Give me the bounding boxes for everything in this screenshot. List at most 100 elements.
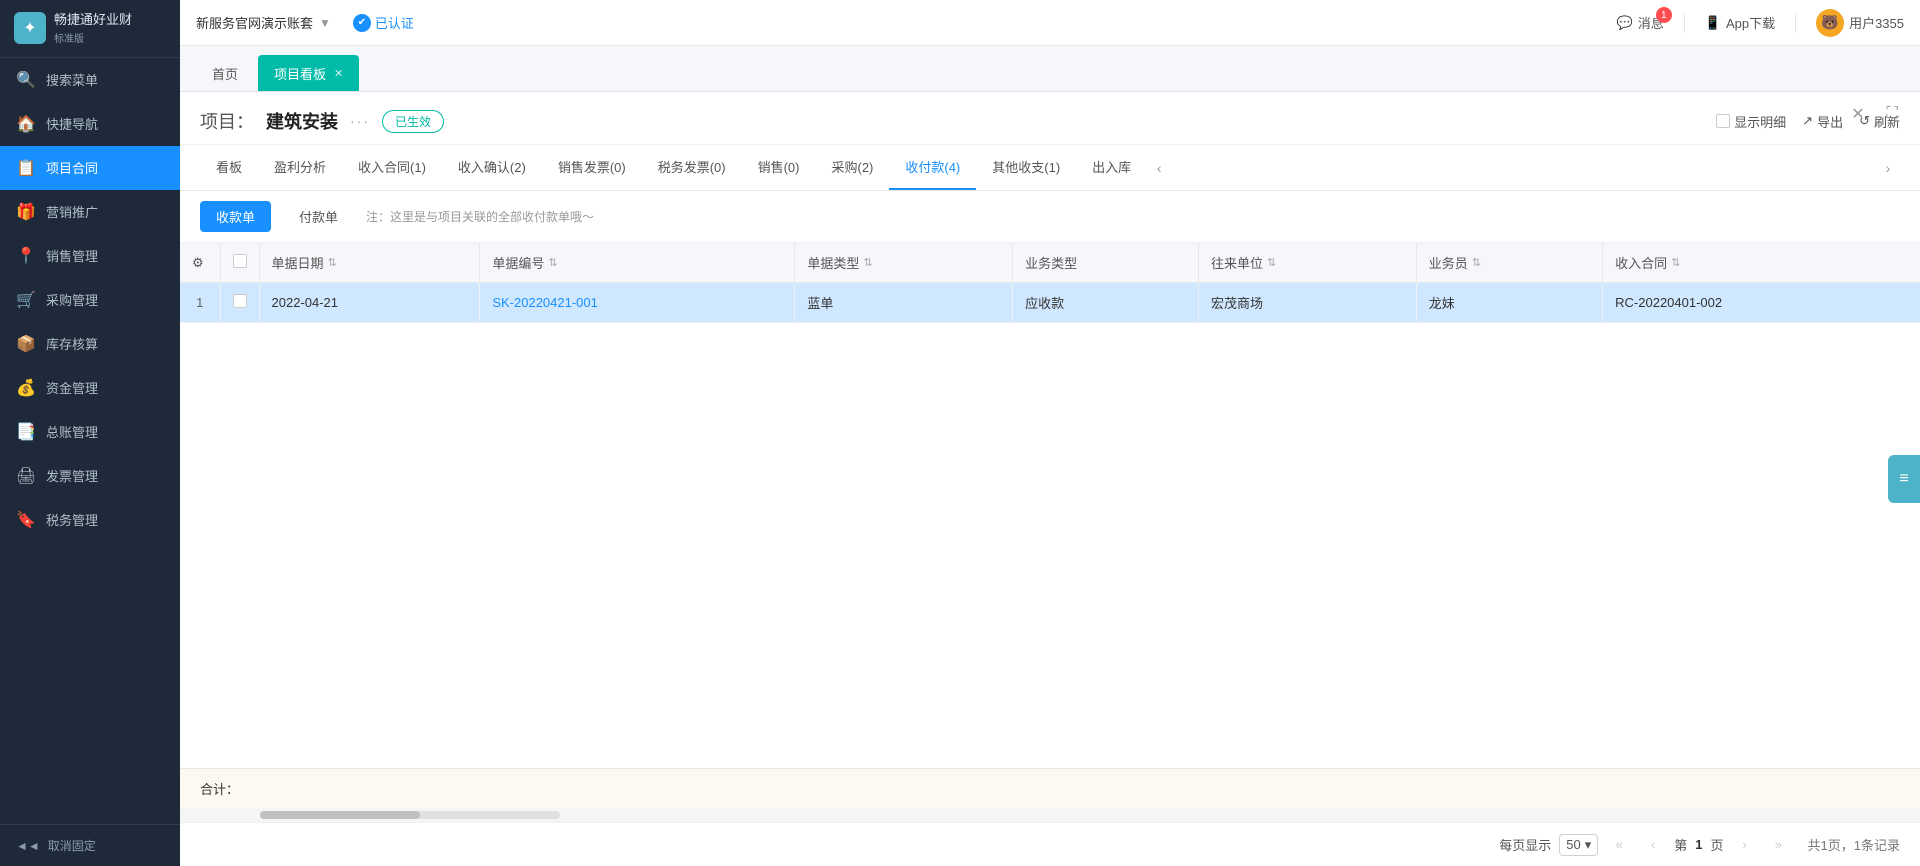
- table-row[interactable]: 1 2022-04-21 SK-20220421-001 蓝单 应收款 宏茂商场…: [180, 283, 1920, 323]
- sidebar-header: ✦ 畅捷通好业财 标准版: [0, 0, 180, 58]
- sub-nav: 看板盈利分析收入合同(1)收入确认(2)销售发票(0)税务发票(0)销售(0)采…: [180, 145, 1920, 191]
- inventory-icon: 📦: [16, 334, 36, 354]
- sub-nav-item-4[interactable]: 收付款(4): [889, 145, 976, 190]
- sort-salesperson-icon: ⇅: [1472, 256, 1481, 269]
- tab-home[interactable]: 首页: [196, 55, 254, 91]
- page-current-number: 1: [1695, 837, 1702, 852]
- project-title: 建筑安装: [266, 108, 338, 134]
- tab-project-kanban[interactable]: 项目看板 ✕: [258, 55, 359, 91]
- sidebar-item-funds[interactable]: 💰资金管理: [0, 366, 180, 410]
- page-label: 第: [1674, 835, 1687, 854]
- sub-nav-item-1[interactable]: 其他收支(1): [976, 145, 1076, 190]
- messages-btn[interactable]: 💬 消息 1: [1617, 13, 1664, 32]
- show-detail-label[interactable]: 显示明细: [1716, 112, 1786, 131]
- sidebar-item-tax[interactable]: 🔖税务管理: [0, 498, 180, 542]
- quicknav-icon: 🏠: [16, 114, 36, 134]
- sidebar-item-sales[interactable]: 📍 销售管理: [0, 234, 180, 278]
- table-container[interactable]: ⚙ 单据日期 ⇅ 单据编号: [180, 243, 1920, 768]
- th-settings[interactable]: ⚙: [180, 243, 220, 283]
- payments-tab-btn[interactable]: 付款单: [283, 201, 354, 232]
- export-icon: ↗: [1802, 113, 1813, 129]
- sidebar-item-label-invoice: 发票管理: [46, 466, 98, 485]
- row-checkbox-0[interactable]: [233, 294, 247, 308]
- sub-nav-item-[interactable]: 看板: [200, 145, 258, 190]
- sidebar-item-label-funds: 资金管理: [46, 378, 98, 397]
- tab-project-label: 项目看板: [274, 64, 326, 83]
- marketing-icon: 🎁: [16, 202, 36, 222]
- sub-nav-item-0[interactable]: 税务发票(0): [642, 145, 742, 190]
- h-scrollbar-track[interactable]: [260, 811, 560, 819]
- project-more-btn[interactable]: ···: [350, 113, 370, 129]
- page-prev-btn[interactable]: ‹: [1640, 832, 1666, 858]
- sub-nav-item-[interactable]: 盈利分析: [258, 145, 342, 190]
- th-partner-label: 往来单位: [1211, 253, 1263, 272]
- row-check[interactable]: [220, 283, 259, 323]
- sub-nav-item-2[interactable]: 采购(2): [815, 145, 889, 190]
- sort-partner-icon: ⇅: [1267, 256, 1276, 269]
- page-size-select[interactable]: 50 ▾: [1559, 834, 1598, 856]
- th-type[interactable]: 单据类型 ⇅: [795, 243, 1013, 283]
- th-income-contract-label: 收入合同: [1615, 253, 1667, 272]
- row-income-contract: RC-20220401-002: [1603, 283, 1920, 323]
- close-window-btn[interactable]: ✕: [1846, 102, 1870, 126]
- sidebar-item-project[interactable]: 📋项目合同: [0, 146, 180, 190]
- sidebar-item-marketing[interactable]: 🎁 营销推广: [0, 190, 180, 234]
- row-number[interactable]: SK-20220421-001: [480, 283, 795, 323]
- main-area: 新服务官网演示账套 ▼ ✔ 已认证 💬 消息 1 📱 App下载 🐻 用户335…: [180, 0, 1920, 866]
- app-download-btn[interactable]: 📱 App下载: [1705, 13, 1775, 32]
- page-size-value: 50: [1566, 837, 1580, 852]
- page-last-btn[interactable]: »: [1766, 832, 1792, 858]
- sidebar-item-label-sales: 销售管理: [46, 246, 98, 265]
- page-next-btn[interactable]: ›: [1732, 832, 1758, 858]
- th-income-contract[interactable]: 收入合同 ⇅: [1603, 243, 1920, 283]
- sidebar-scroll: 🔍搜索菜单🏠快捷导航📋项目合同 🎁 营销推广 📍 销售管理 🛒 采购管理 📦库存核算💰资金管理…: [0, 58, 180, 824]
- account-dropdown-icon[interactable]: ▼: [319, 16, 331, 30]
- sidebar-item-purchase[interactable]: 🛒 采购管理: [0, 278, 180, 322]
- maximize-window-btn[interactable]: ⛶: [1880, 102, 1904, 126]
- sort-date-icon: ⇅: [328, 256, 337, 269]
- h-scrollbar-thumb[interactable]: [260, 811, 420, 819]
- th-date-label: 单据日期: [272, 253, 324, 272]
- sidebar-item-search[interactable]: 🔍搜索菜单: [0, 58, 180, 102]
- certified-badge: ✔ 已认证: [353, 13, 414, 32]
- right-float-btn[interactable]: ≡: [1888, 455, 1920, 503]
- nav-prev-btn[interactable]: ‹: [1147, 156, 1171, 180]
- tab-close-icon[interactable]: ✕: [334, 67, 343, 80]
- user-btn[interactable]: 🐻 用户3355: [1816, 9, 1904, 37]
- sidebar-item-quicknav[interactable]: 🏠快捷导航: [0, 102, 180, 146]
- receipts-tab-btn[interactable]: 收款单: [200, 201, 271, 232]
- sidebar-unpin-btn[interactable]: ◄◄ 取消固定: [0, 824, 180, 866]
- project-header: 项目： 建筑安装 ··· 已生效 显示明细 ↗ 导出 ↺ 刷新: [180, 92, 1920, 145]
- sub-nav-item-1[interactable]: 收入合同(1): [342, 145, 442, 190]
- sidebar-item-invoice[interactable]: 🖨发票管理: [0, 454, 180, 498]
- sidebar-item-inventory[interactable]: 📦库存核算: [0, 322, 180, 366]
- sidebar-item-label-marketing: 营销推广: [46, 202, 98, 221]
- th-salesperson[interactable]: 业务员 ⇅: [1416, 243, 1602, 283]
- sort-type-icon: ⇅: [863, 256, 872, 269]
- page-unit: 页: [1711, 835, 1724, 854]
- th-date[interactable]: 单据日期 ⇅: [259, 243, 480, 283]
- sub-nav-item-2[interactable]: 收入确认(2): [442, 145, 542, 190]
- app-logo: ✦: [14, 12, 46, 44]
- th-number[interactable]: 单据编号 ⇅: [480, 243, 795, 283]
- page-first-btn[interactable]: «: [1606, 832, 1632, 858]
- sidebar-item-label-purchase: 采购管理: [46, 290, 98, 309]
- topbar-divider-1: [1684, 13, 1685, 33]
- show-detail-checkbox[interactable]: [1716, 114, 1730, 128]
- sub-nav-item-[interactable]: 出入库: [1076, 145, 1147, 190]
- sidebar-item-ledger[interactable]: 📑总账管理: [0, 410, 180, 454]
- message-icon: 💬: [1617, 15, 1633, 31]
- sub-nav-item-0[interactable]: 销售发票(0): [542, 145, 642, 190]
- th-biz-type: 业务类型: [1013, 243, 1199, 283]
- sub-nav-item-0[interactable]: 销售(0): [742, 145, 816, 190]
- window-controls: ✕ ⛶: [1846, 102, 1904, 126]
- messages-badge: 1: [1656, 7, 1672, 23]
- purchase-icon: 🛒: [16, 290, 36, 310]
- row-number-link[interactable]: SK-20220421-001: [492, 295, 598, 310]
- sales-icon: 📍: [16, 246, 36, 266]
- select-all-checkbox[interactable]: [233, 254, 247, 268]
- th-salesperson-label: 业务员: [1429, 253, 1468, 272]
- nav-next-btn[interactable]: ›: [1876, 156, 1900, 180]
- export-btn[interactable]: ↗ 导出: [1802, 112, 1843, 131]
- th-partner[interactable]: 往来单位 ⇅: [1199, 243, 1417, 283]
